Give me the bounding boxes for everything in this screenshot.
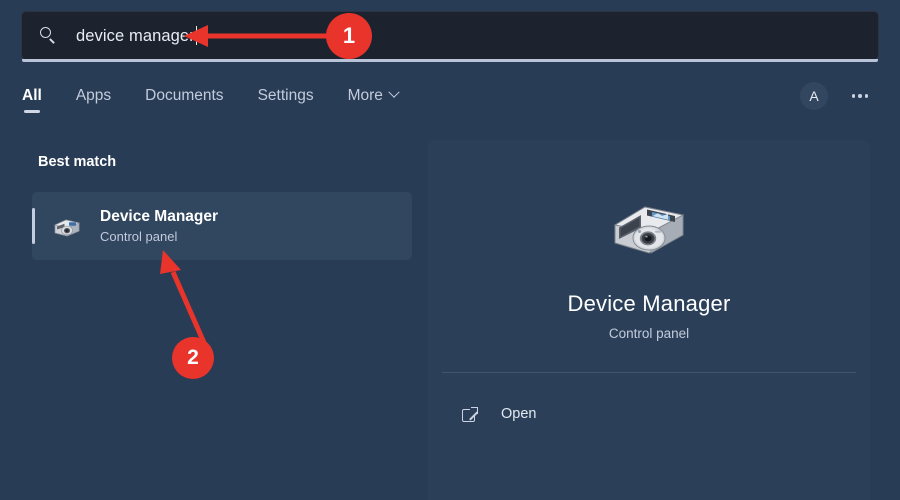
result-subtitle: Control panel — [100, 228, 218, 246]
search-input[interactable]: device manager — [22, 12, 878, 59]
divider — [442, 372, 856, 373]
tab-all-label: All — [22, 87, 42, 104]
result-title: Device Manager — [100, 207, 218, 227]
avatar[interactable]: A — [800, 82, 828, 110]
tab-documents[interactable]: Documents — [145, 87, 223, 113]
tab-more[interactable]: More — [348, 87, 398, 113]
ellipsis-dot — [852, 94, 856, 98]
open-external-icon — [462, 406, 479, 423]
preview-title: Device Manager — [568, 291, 731, 317]
device-manager-icon — [603, 185, 695, 263]
annotation-badge-1: 1 — [326, 13, 372, 59]
tab-bar: All Apps Documents Settings More A — [22, 78, 878, 122]
ellipsis-dot — [865, 94, 869, 98]
tab-more-label: More — [348, 87, 383, 104]
best-match-heading: Best match — [38, 154, 116, 170]
tab-apps-label: Apps — [76, 87, 111, 104]
preview-panel: Device Manager Control panel Open — [428, 140, 870, 500]
open-action-label: Open — [501, 406, 536, 422]
avatar-initial: A — [809, 88, 818, 104]
ellipsis-dot — [858, 94, 862, 98]
selection-accent-bar — [32, 208, 35, 244]
ellipsis-icon[interactable] — [846, 82, 874, 110]
open-action-button[interactable]: Open — [442, 394, 856, 434]
device-manager-icon — [50, 209, 84, 243]
tab-all[interactable]: All — [22, 87, 42, 113]
annotation-badge-2: 2 — [172, 337, 214, 379]
tab-documents-label: Documents — [145, 87, 223, 104]
search-icon — [40, 27, 58, 45]
result-text-block: Device Manager Control panel — [100, 207, 218, 246]
annotation-badge-2-label: 2 — [187, 346, 199, 370]
chevron-down-icon — [388, 87, 399, 98]
tab-apps[interactable]: Apps — [76, 87, 111, 113]
annotation-badge-1-label: 1 — [343, 23, 355, 49]
annotation-arrow-1 — [180, 14, 350, 58]
preview-subtitle: Control panel — [609, 326, 689, 341]
tab-settings[interactable]: Settings — [258, 87, 314, 113]
tab-settings-label: Settings — [258, 87, 314, 104]
